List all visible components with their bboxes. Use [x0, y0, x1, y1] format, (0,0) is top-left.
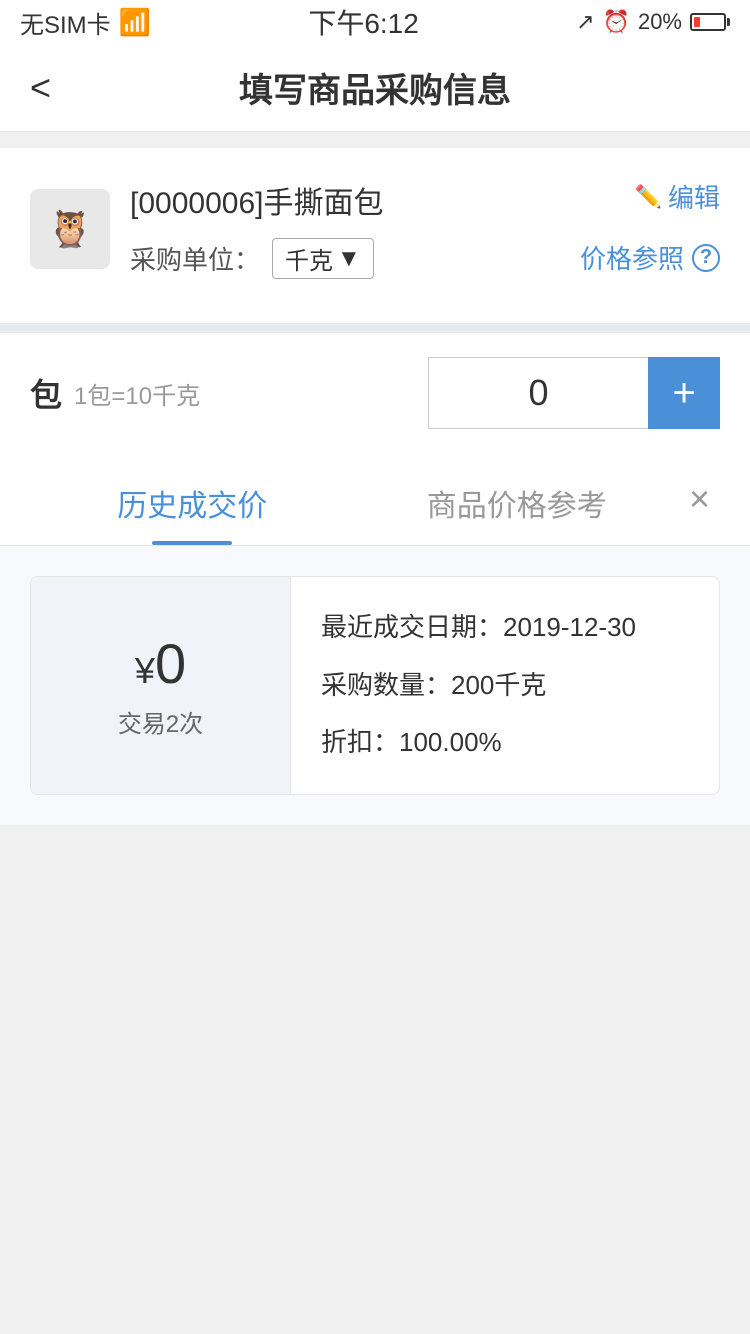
status-right: ↗ ⏰ 20%: [576, 9, 730, 35]
unit-select[interactable]: 千克 ▼: [272, 238, 374, 279]
tab-history-price[interactable]: 历史成交价: [30, 453, 354, 545]
purchase-qty-row: 采购数量：200千克: [321, 665, 689, 707]
product-thumbnail: 🦉: [30, 189, 110, 269]
discount-row: 折扣：100.00%: [321, 722, 689, 764]
edit-icon: ✏️: [635, 184, 662, 210]
price-value: 0: [155, 632, 186, 695]
recent-date-row: 最近成交日期：2019-12-30: [321, 607, 689, 649]
carrier-label: 无SIM卡: [20, 5, 111, 40]
purchase-unit-row: 采购单位： 千克 ▼: [130, 238, 383, 279]
quantity-right: 0 +: [428, 357, 720, 429]
unit-conversion-label: 1包=10千克: [74, 376, 200, 411]
recent-date-value: 2019-12-30: [503, 612, 636, 642]
price-ref-label: 价格参照: [580, 239, 684, 276]
product-right: ✏️ 编辑 价格参照 ?: [580, 178, 720, 276]
tab-close-button[interactable]: ×: [679, 468, 720, 530]
battery-icon: [690, 13, 730, 31]
quantity-plus-button[interactable]: +: [648, 357, 720, 429]
status-bar: 无SIM卡 📶 下午6:12 ↗ ⏰ 20%: [0, 0, 750, 44]
alarm-icon: ⏰: [603, 9, 630, 35]
back-button[interactable]: <: [20, 57, 61, 119]
tab-section: 历史成交价 商品价格参考 × ¥0 交易2次 最近成交日期：2019-12-30…: [0, 453, 750, 825]
quantity-section: 包 1包=10千克 0 +: [0, 333, 750, 453]
product-header: 🦉 [0000006]手撕面包 采购单位： 千克 ▼ ✏️ 编辑 价格参照: [30, 178, 720, 279]
quantity-left: 包 1包=10千克: [30, 370, 200, 416]
unit-value: 千克: [285, 241, 333, 276]
recent-date-label: 最近成交日期：: [321, 612, 503, 642]
trade-count-label: 交易2次: [118, 704, 203, 739]
purchase-unit-label: 采购单位：: [130, 240, 260, 277]
status-left: 无SIM卡 📶: [20, 5, 151, 40]
discount-label: 折扣：: [321, 727, 399, 757]
tab-product-price-ref-label: 商品价格参考: [427, 490, 607, 523]
card-details: 最近成交日期：2019-12-30 采购数量：200千克 折扣：100.00%: [291, 577, 719, 794]
card-price-display: ¥0 交易2次: [31, 577, 291, 794]
location-icon: ↗: [576, 9, 594, 35]
time-label: 下午6:12: [308, 2, 419, 42]
price-amount: ¥0: [135, 631, 186, 696]
tab-history-price-label: 历史成交价: [117, 490, 267, 523]
page-title: 填写商品采购信息: [239, 63, 511, 112]
quantity-input[interactable]: 0: [428, 357, 648, 429]
info-icon: ?: [692, 244, 720, 272]
wifi-icon: 📶: [119, 7, 151, 38]
edit-button[interactable]: ✏️ 编辑: [635, 178, 720, 215]
history-card: ¥0 交易2次 最近成交日期：2019-12-30 采购数量：200千克 折扣：…: [30, 576, 720, 795]
section-divider: [0, 323, 750, 333]
battery-pct-label: 20%: [638, 9, 682, 35]
nav-bar: < 填写商品采购信息: [0, 44, 750, 132]
tab-header: 历史成交价 商品价格参考 ×: [0, 453, 750, 546]
tab-product-price-ref[interactable]: 商品价格参考: [354, 453, 678, 545]
product-left: 🦉 [0000006]手撕面包 采购单位： 千克 ▼: [30, 178, 383, 279]
card-area: ¥0 交易2次 最近成交日期：2019-12-30 采购数量：200千克 折扣：…: [0, 546, 750, 825]
purchase-qty-value: 200千克: [451, 670, 546, 700]
dropdown-arrow-icon: ▼: [337, 245, 361, 273]
currency-symbol: ¥: [135, 650, 155, 691]
product-section: 🦉 [0000006]手撕面包 采购单位： 千克 ▼ ✏️ 编辑 价格参照: [0, 148, 750, 323]
product-name: [0000006]手撕面包: [130, 178, 383, 222]
product-info: [0000006]手撕面包 采购单位： 千克 ▼: [130, 178, 383, 279]
discount-value: 100.00%: [399, 727, 502, 757]
quantity-value: 0: [528, 372, 548, 414]
price-reference-button[interactable]: 价格参照 ?: [580, 239, 720, 276]
unit-label: 包: [30, 370, 62, 416]
product-logo-icon: 🦉: [48, 208, 93, 250]
purchase-qty-label: 采购数量：: [321, 670, 451, 700]
edit-label: 编辑: [668, 178, 720, 215]
